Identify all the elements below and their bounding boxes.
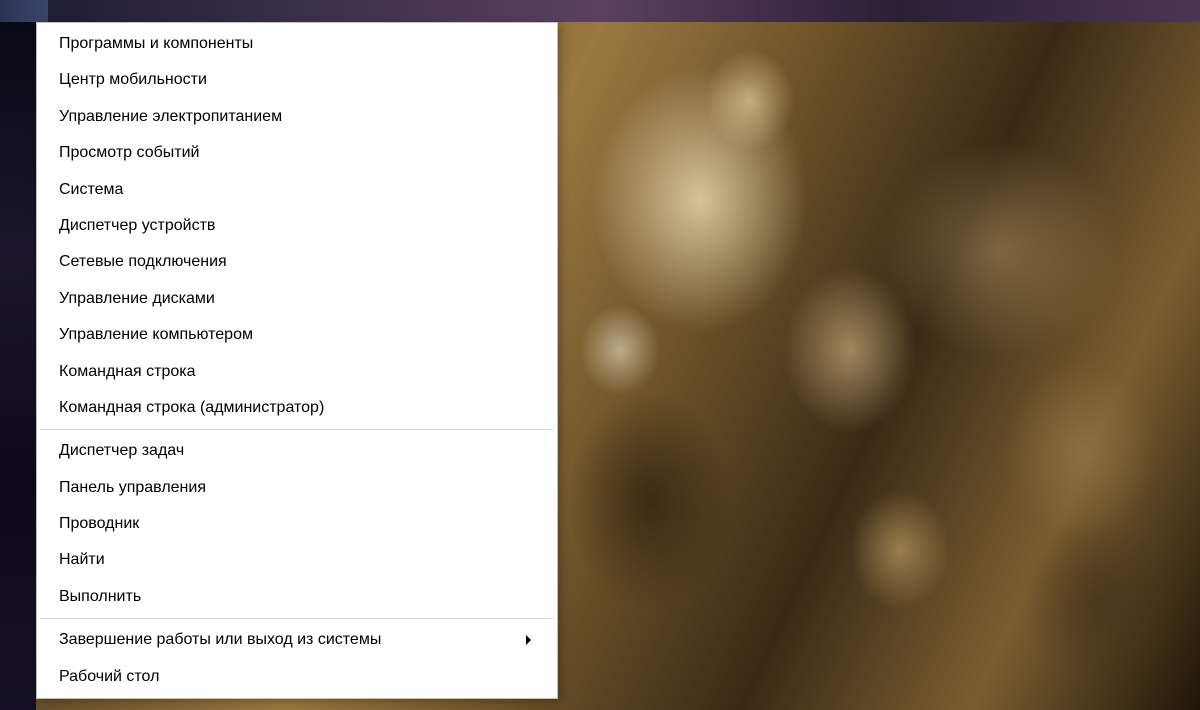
menu-item-computer-management[interactable]: Управление компьютером [39,317,555,353]
menu-item-label: Управление электропитанием [59,106,282,128]
menu-item-control-panel[interactable]: Панель управления [39,470,555,506]
menu-item-label: Выполнить [59,586,141,608]
menu-item-label: Найти [59,549,105,571]
menu-item-label: Программы и компоненты [59,33,253,55]
menu-item-disk-management[interactable]: Управление дисками [39,281,555,317]
menu-item-label: Панель управления [59,477,206,499]
menu-item-device-manager[interactable]: Диспетчер устройств [39,208,555,244]
menu-item-label: Система [59,179,123,201]
winx-context-menu: Программы и компоненты Центр мобильности… [36,22,558,699]
menu-item-label: Управление дисками [59,288,215,310]
menu-separator [40,618,554,619]
menu-item-shutdown-signout[interactable]: Завершение работы или выход из системы [39,622,555,658]
menu-item-label: Командная строка (администратор) [59,397,324,419]
left-gutter [0,22,36,710]
menu-item-label: Центр мобильности [59,69,207,91]
menu-item-label: Просмотр событий [59,142,199,164]
menu-item-system[interactable]: Система [39,172,555,208]
menu-item-mobility-center[interactable]: Центр мобильности [39,62,555,98]
menu-item-programs-features[interactable]: Программы и компоненты [39,26,555,62]
menu-item-event-viewer[interactable]: Просмотр событий [39,135,555,171]
menu-item-label: Диспетчер задач [59,440,184,462]
menu-item-network-connections[interactable]: Сетевые подключения [39,244,555,280]
menu-item-label: Диспетчер устройств [59,215,215,237]
menu-item-label: Завершение работы или выход из системы [59,629,381,651]
menu-item-command-prompt-admin[interactable]: Командная строка (администратор) [39,390,555,426]
chevron-right-icon [526,635,531,645]
menu-item-label: Проводник [59,513,139,535]
menu-item-desktop[interactable]: Рабочий стол [39,659,555,695]
menu-item-search[interactable]: Найти [39,542,555,578]
menu-item-label: Сетевые подключения [59,251,227,273]
menu-item-file-explorer[interactable]: Проводник [39,506,555,542]
menu-item-power-options[interactable]: Управление электропитанием [39,99,555,135]
menu-separator [40,429,554,430]
menu-item-task-manager[interactable]: Диспетчер задач [39,433,555,469]
menu-item-command-prompt[interactable]: Командная строка [39,354,555,390]
menu-item-label: Рабочий стол [59,666,159,688]
menu-item-run[interactable]: Выполнить [39,579,555,615]
top-border-strip [0,0,1200,22]
menu-item-label: Командная строка [59,361,196,383]
menu-item-label: Управление компьютером [59,324,253,346]
